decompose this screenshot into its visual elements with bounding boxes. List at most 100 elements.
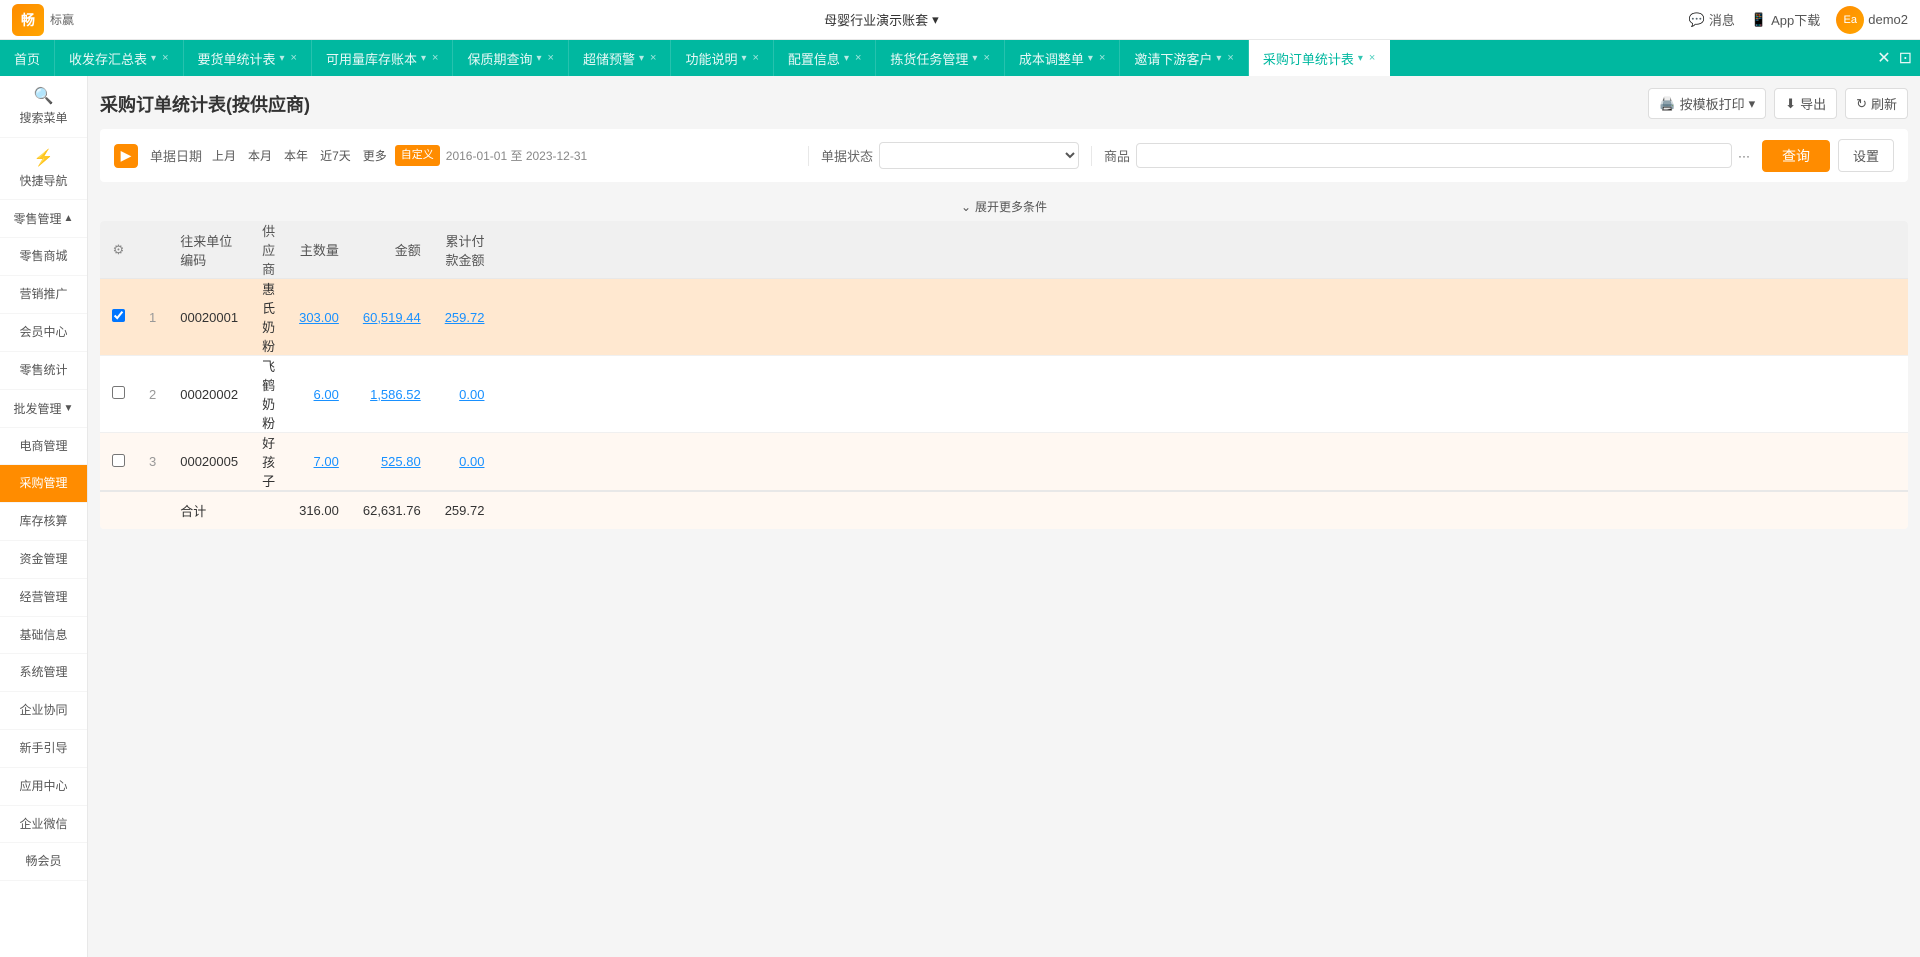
tab-gong-neng-shuo-ming[interactable]: 功能说明 ▾ × — [671, 40, 773, 76]
tab-cheng-ben-tiao-zheng[interactable]: 成本调整单 ▾ × — [1005, 40, 1120, 76]
sidebar-item-purchase[interactable]: 采购管理 — [0, 465, 87, 503]
paid-link[interactable]: 259.72 — [433, 279, 497, 356]
status-filter-group: 单据状态 — [821, 142, 1079, 169]
tab-arrow-icon: ▾ — [741, 53, 746, 64]
supplier-code: 00020002 — [168, 356, 250, 433]
shortcut-this-month[interactable]: 本月 — [244, 145, 276, 166]
tab-home[interactable]: 首页 — [0, 40, 55, 76]
sidebar-item-retail-mgmt[interactable]: 零售管理 ▲ — [0, 200, 87, 238]
message-button[interactable]: 💬 消息 — [1689, 10, 1735, 29]
tab-arrow-icon: ▾ — [421, 53, 426, 64]
tab-close-icon[interactable]: × — [291, 52, 297, 64]
nav-close-icon[interactable]: ✕ — [1877, 48, 1890, 68]
tab-close-icon[interactable]: × — [162, 52, 168, 64]
sidebar-item-vip[interactable]: 畅会员 — [0, 843, 87, 881]
sidebar-item-members[interactable]: 会员中心 — [0, 314, 87, 352]
logo-text: 标赢 — [50, 11, 74, 28]
tab-ke-yong-liang[interactable]: 可用量库存账本 ▾ × — [312, 40, 453, 76]
sidebar-item-finance[interactable]: 资金管理 — [0, 541, 87, 579]
status-select[interactable] — [879, 142, 1079, 169]
sidebar-item-inventory[interactable]: 库存核算 — [0, 503, 87, 541]
paid-link[interactable]: 0.00 — [433, 433, 497, 492]
shortcut-this-year[interactable]: 本年 — [280, 145, 312, 166]
tab-close-icon[interactable]: × — [752, 52, 758, 64]
tab-close-icon[interactable]: × — [548, 52, 554, 64]
sidebar-item-wechat[interactable]: 企业微信 — [0, 806, 87, 844]
sidebar-item-basic-info[interactable]: 基础信息 — [0, 617, 87, 655]
quantity-link[interactable]: 7.00 — [287, 433, 351, 492]
sidebar-item-search[interactable]: 🔍 搜索菜单 — [0, 76, 87, 138]
shortcut-7days[interactable]: 近7天 — [316, 145, 355, 166]
tab-chao-chu-yu-jing[interactable]: 超储预警 ▾ × — [569, 40, 671, 76]
template-print-button[interactable]: 🖨️ 按模板打印 ▾ — [1648, 88, 1766, 119]
export-icon: ⬇ — [1785, 96, 1796, 112]
amount-link[interactable]: 60,519.44 — [351, 279, 433, 356]
refresh-button[interactable]: ↻ 刷新 — [1845, 88, 1908, 119]
shortcut-more[interactable]: 更多 — [359, 145, 391, 166]
row-checkbox[interactable] — [100, 433, 137, 492]
tab-yao-huo-dan[interactable]: 要货单统计表 ▾ × — [184, 40, 312, 76]
tab-jian-huo-ren-wu[interactable]: 拣货任务管理 ▾ × — [876, 40, 1004, 76]
tab-arrow-icon: ▾ — [1088, 53, 1093, 64]
column-settings-icon[interactable]: ⚙ — [113, 242, 125, 257]
sidebar-item-label: 零售管理 — [14, 210, 62, 227]
goods-more-icon[interactable]: ··· — [1738, 149, 1750, 163]
tab-cai-gou-ding-dan[interactable]: 采购订单统计表 ▾ × — [1249, 40, 1390, 76]
export-button[interactable]: ⬇ 导出 — [1774, 88, 1837, 119]
sidebar-item-nav[interactable]: ⚡ 快捷导航 — [0, 138, 87, 200]
row-checkbox[interactable] — [100, 279, 137, 356]
goods-search-input[interactable] — [1136, 143, 1732, 168]
sidebar-item-system[interactable]: 系统管理 — [0, 654, 87, 692]
sidebar-item-guide[interactable]: 新手引导 — [0, 730, 87, 768]
sidebar-item-ecommerce[interactable]: 电商管理 — [0, 428, 87, 466]
user-profile[interactable]: Ea demo2 — [1836, 6, 1908, 34]
row-checkbox[interactable] — [100, 356, 137, 433]
sidebar-item-label: 快捷导航 — [4, 173, 83, 190]
workspace-selector[interactable]: 母婴行业演示账套 ▾ — [816, 10, 947, 29]
tab-shou-fa-cun[interactable]: 收发存汇总表 ▾ × — [55, 40, 183, 76]
tab-arrow-icon: ▾ — [972, 53, 977, 64]
nav-expand-icon[interactable]: ⊡ — [1899, 48, 1912, 68]
tab-close-icon[interactable]: × — [1099, 52, 1105, 64]
tab-close-icon[interactable]: × — [1227, 52, 1233, 64]
supplier-name: 飞鹤奶粉 — [250, 356, 287, 433]
spacer — [496, 279, 1908, 356]
sidebar-item-label: 企业协同 — [4, 702, 83, 719]
tab-close-icon[interactable]: × — [650, 52, 656, 64]
sidebar-item-retail-stats[interactable]: 零售统计 — [0, 352, 87, 390]
tab-yao-qing-xia-you[interactable]: 邀请下游客户 ▾ × — [1120, 40, 1248, 76]
query-button[interactable]: 查询 — [1762, 140, 1830, 172]
tab-close-icon[interactable]: × — [855, 52, 861, 64]
amount-link[interactable]: 525.80 — [351, 433, 433, 492]
sidebar-item-operations[interactable]: 经营管理 — [0, 579, 87, 617]
tab-close-icon[interactable]: × — [432, 52, 438, 64]
sidebar-item-enterprise-collab[interactable]: 企业协同 — [0, 692, 87, 730]
app-download-button[interactable]: 📱 App下载 — [1751, 10, 1820, 29]
quantity-link[interactable]: 6.00 — [287, 356, 351, 433]
top-right: 💬 消息 📱 App下载 Ea demo2 — [1689, 6, 1908, 34]
th-settings: ⚙ — [100, 221, 137, 279]
quantity-link[interactable]: 303.00 — [287, 279, 351, 356]
chevron-up-icon: ▲ — [64, 213, 74, 224]
tab-bao-zhi-qi[interactable]: 保质期查询 ▾ × — [453, 40, 568, 76]
message-label: 消息 — [1709, 10, 1735, 29]
shortcut-last-month[interactable]: 上月 — [208, 145, 240, 166]
settings-button[interactable]: 设置 — [1838, 139, 1894, 172]
tab-close-icon[interactable]: × — [1369, 52, 1375, 64]
sidebar-item-retail-mall[interactable]: 零售商城 — [0, 238, 87, 276]
amount-link[interactable]: 1,586.52 — [351, 356, 433, 433]
tab-arrow-icon: ▾ — [151, 53, 156, 64]
custom-date-tag[interactable]: 自定义 — [395, 145, 440, 166]
sidebar-item-marketing[interactable]: 营销推广 — [0, 276, 87, 314]
tab-pei-zhi-xin-xi[interactable]: 配置信息 ▾ × — [774, 40, 876, 76]
nav-tabs-right: ✕ ⊡ — [1877, 48, 1920, 68]
filter-toggle-button[interactable]: ▶ — [114, 144, 138, 168]
paid-link[interactable]: 0.00 — [433, 356, 497, 433]
expand-more-bar[interactable]: ⌄ 展开更多条件 — [100, 192, 1908, 221]
tab-close-icon[interactable]: × — [983, 52, 989, 64]
sidebar-item-wholesale[interactable]: 批发管理 ▼ — [0, 390, 87, 428]
sidebar-item-label: 基础信息 — [4, 627, 83, 644]
app-download-label: App下载 — [1771, 10, 1820, 29]
supplier-name: 惠氏奶粉 — [250, 279, 287, 356]
sidebar-item-app-center[interactable]: 应用中心 — [0, 768, 87, 806]
